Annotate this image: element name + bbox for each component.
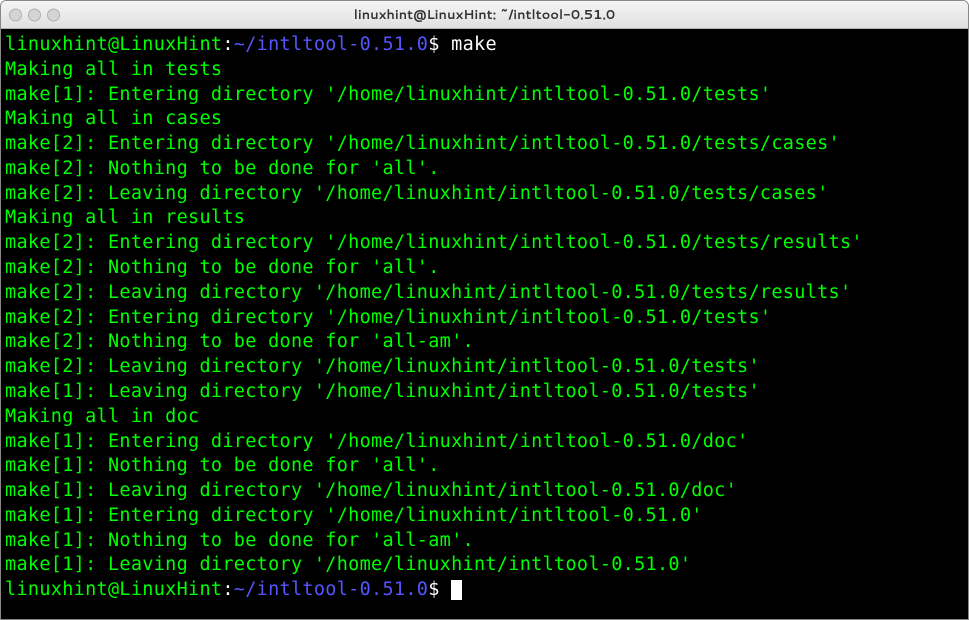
prompt-user-host: linuxhint@LinuxHint bbox=[5, 34, 222, 55]
output-line: make[1]: Nothing to be done for 'all-am'… bbox=[5, 529, 964, 554]
output-line: Making all in cases bbox=[5, 107, 964, 132]
output-line: make[2]: Entering directory '/home/linux… bbox=[5, 231, 964, 256]
prompt-colon: : bbox=[222, 579, 233, 600]
titlebar: linuxhint@LinuxHint: ~/intltool-0.51.0 bbox=[1, 1, 968, 29]
prompt-line-1: linuxhint@LinuxHint:~/intltool-0.51.0$ m… bbox=[5, 33, 964, 58]
prompt-line-2: linuxhint@LinuxHint:~/intltool-0.51.0$ bbox=[5, 578, 964, 603]
output-line: make[2]: Leaving directory '/home/linuxh… bbox=[5, 355, 964, 380]
output-line: make[2]: Nothing to be done for 'all'. bbox=[5, 157, 964, 182]
output-line: make[1]: Leaving directory '/home/linuxh… bbox=[5, 380, 964, 405]
output-line: make[2]: Leaving directory '/home/linuxh… bbox=[5, 281, 964, 306]
prompt-dollar: $ bbox=[428, 579, 451, 600]
prompt-user-host: linuxhint@LinuxHint bbox=[5, 579, 222, 600]
output-line: make[2]: Nothing to be done for 'all-am'… bbox=[5, 330, 964, 355]
output-line: Making all in doc bbox=[5, 405, 964, 430]
output-line: make[1]: Entering directory '/home/linux… bbox=[5, 83, 964, 108]
terminal-area[interactable]: linuxhint@LinuxHint:~/intltool-0.51.0$ m… bbox=[1, 29, 968, 619]
output-line: make[1]: Entering directory '/home/linux… bbox=[5, 504, 964, 529]
output-line: make[2]: Nothing to be done for 'all'. bbox=[5, 256, 964, 281]
output-line: make[1]: Entering directory '/home/linux… bbox=[5, 430, 964, 455]
output-line: make[1]: Nothing to be done for 'all'. bbox=[5, 454, 964, 479]
output-line: make[2]: Entering directory '/home/linux… bbox=[5, 306, 964, 331]
maximize-icon[interactable] bbox=[47, 8, 60, 21]
window-controls bbox=[9, 8, 60, 21]
output-line: Making all in results bbox=[5, 206, 964, 231]
output-line: make[1]: Leaving directory '/home/linuxh… bbox=[5, 479, 964, 504]
prompt-dollar: $ bbox=[428, 34, 451, 55]
close-icon[interactable] bbox=[9, 8, 22, 21]
prompt-path: ~/intltool-0.51.0 bbox=[234, 579, 428, 600]
cursor-icon bbox=[451, 580, 462, 600]
minimize-icon[interactable] bbox=[28, 8, 41, 21]
terminal-window: linuxhint@LinuxHint: ~/intltool-0.51.0 l… bbox=[0, 0, 969, 620]
output-line: make[2]: Leaving directory '/home/linuxh… bbox=[5, 182, 964, 207]
prompt-path: ~/intltool-0.51.0 bbox=[234, 34, 428, 55]
window-title: linuxhint@LinuxHint: ~/intltool-0.51.0 bbox=[354, 6, 615, 24]
output-line: make[2]: Entering directory '/home/linux… bbox=[5, 132, 964, 157]
output-line: Making all in tests bbox=[5, 58, 964, 83]
prompt-colon: : bbox=[222, 34, 233, 55]
output-line: make[1]: Leaving directory '/home/linuxh… bbox=[5, 553, 964, 578]
command-text: make bbox=[451, 34, 497, 55]
